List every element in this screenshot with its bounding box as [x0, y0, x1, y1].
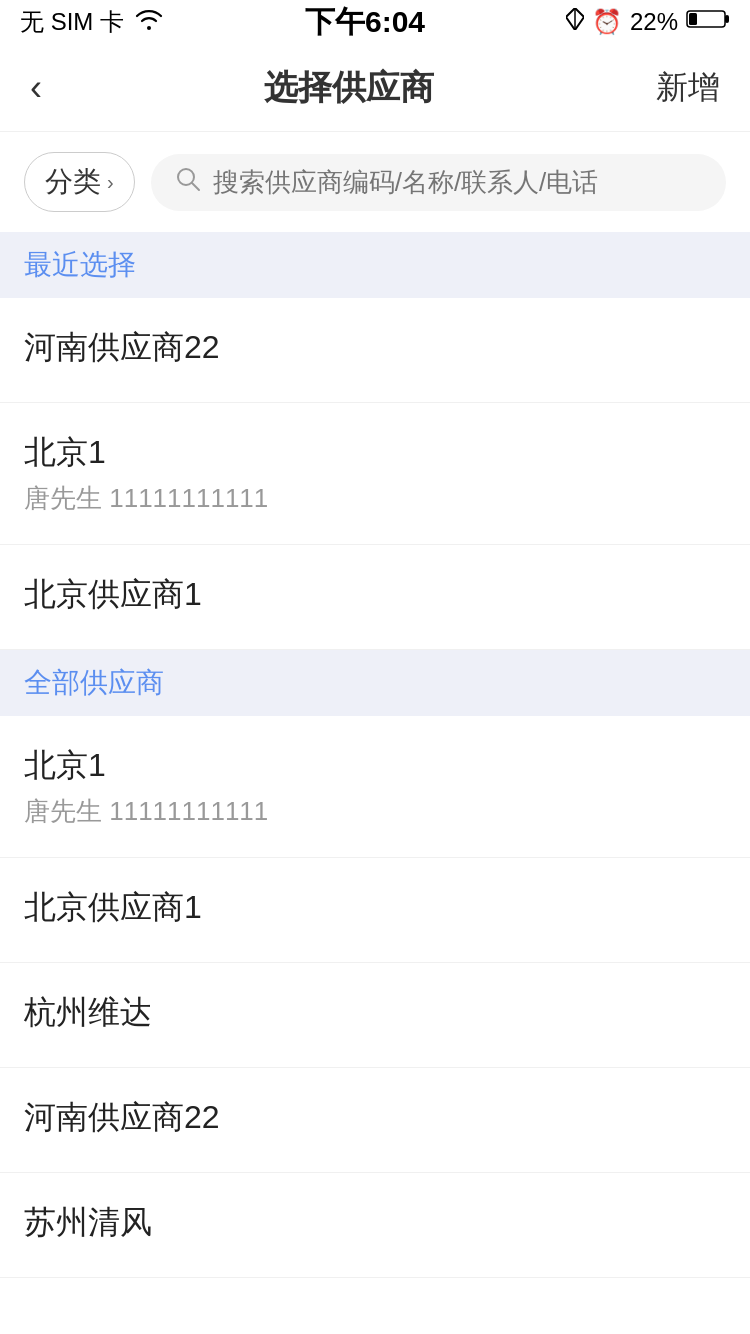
svg-line-5 [192, 183, 199, 190]
list-item[interactable]: 北京1 唐先生 11111111111 [0, 716, 750, 858]
wifi-icon [134, 8, 164, 36]
supplier-contact: 唐先生 11111111111 [24, 481, 726, 516]
supplier-name: 北京供应商1 [24, 573, 726, 617]
supplier-name: 杭州维达 [24, 991, 726, 1035]
section-header-recent: 最近选择 [0, 232, 750, 298]
nav-bar: ‹ 选择供应商 新增 [0, 44, 750, 132]
supplier-name: 北京1 [24, 431, 726, 475]
battery-icon [686, 8, 730, 36]
add-button[interactable]: 新增 [656, 66, 720, 110]
svg-rect-3 [689, 13, 697, 25]
category-label: 分类 [45, 163, 101, 201]
status-bar: 无 SIM 卡 下午6:04 ⏰ 22% [0, 0, 750, 44]
sim-status: 无 SIM 卡 [20, 6, 124, 38]
supplier-name: 河南供应商22 [24, 326, 726, 370]
location-icon [566, 8, 584, 36]
list-item[interactable]: 北京1 唐先生 11111111111 [0, 403, 750, 545]
status-time: 下午6:04 [305, 2, 425, 43]
list-item[interactable]: 北京供应商1 [0, 858, 750, 963]
list-item[interactable]: 河南供应商22 [0, 298, 750, 403]
supplier-name: 河南供应商22 [24, 1096, 726, 1140]
section-header-all: 全部供应商 [0, 650, 750, 716]
list-item[interactable]: 苏州清风 [0, 1173, 750, 1278]
list-item[interactable]: 河南供应商22 [0, 1068, 750, 1173]
search-input[interactable] [213, 167, 702, 198]
search-box[interactable] [151, 154, 726, 211]
list-item[interactable]: 杭州维达 [0, 963, 750, 1068]
svg-rect-2 [725, 15, 729, 23]
supplier-list: 最近选择河南供应商22 北京1 唐先生 11111111111 北京供应商1 全部供应商… [0, 232, 750, 1278]
supplier-name: 北京供应商1 [24, 886, 726, 930]
filter-bar: 分类 › [0, 132, 750, 232]
chevron-right-icon: › [107, 171, 114, 194]
supplier-name: 北京1 [24, 744, 726, 788]
battery-text: 22% [630, 8, 678, 36]
alarm-icon: ⏰ [592, 8, 622, 36]
search-icon [175, 166, 201, 199]
supplier-name: 苏州清风 [24, 1201, 726, 1245]
status-right: ⏰ 22% [566, 8, 730, 36]
status-left: 无 SIM 卡 [20, 6, 164, 38]
supplier-contact: 唐先生 11111111111 [24, 794, 726, 829]
category-filter-button[interactable]: 分类 › [24, 152, 135, 212]
list-item[interactable]: 北京供应商1 [0, 545, 750, 650]
page-title: 选择供应商 [264, 65, 434, 111]
back-button[interactable]: ‹ [30, 67, 42, 109]
